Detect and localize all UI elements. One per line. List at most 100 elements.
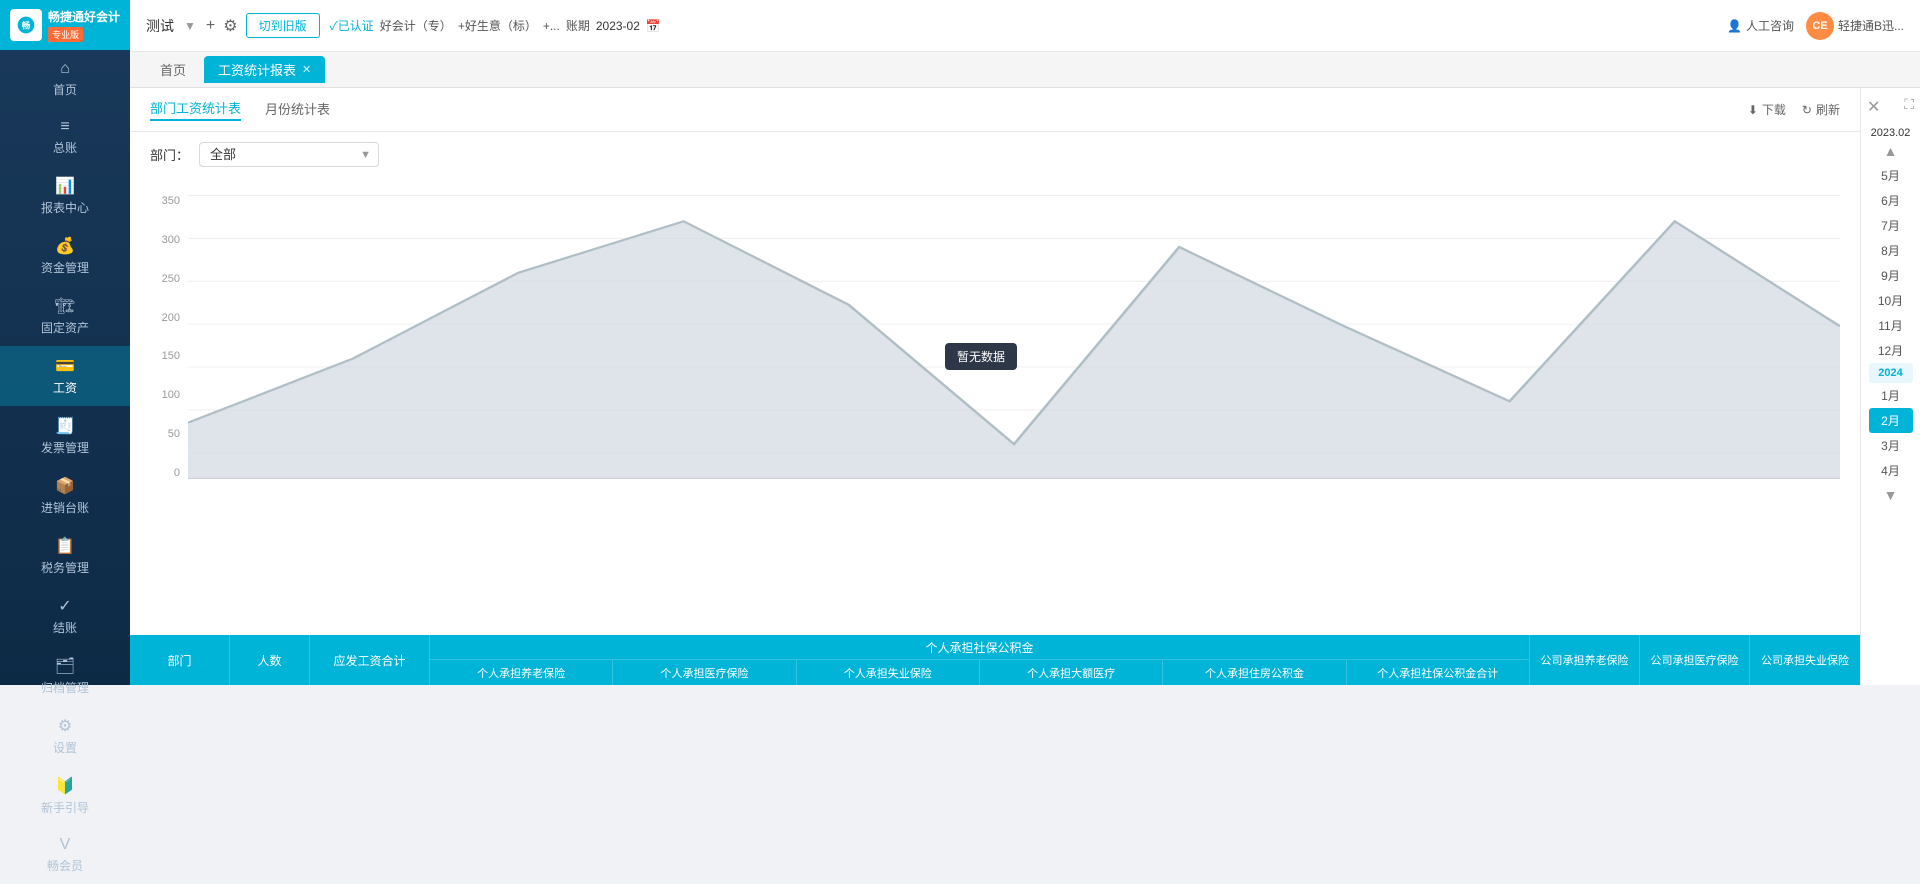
col-group-personal: 个人承担社保公积金 个人承担养老保险 个人承担医疗保险 个人承担失业保险 个人承… — [430, 635, 1530, 685]
sidebar-item-ledger[interactable]: ≡ 总账 — [0, 108, 130, 166]
ledger-icon: ≡ — [60, 118, 69, 136]
sub-tab-actions: ⬇ 下载 ↻ 刷新 — [1748, 101, 1840, 118]
sidebar-item-funds[interactable]: 💰 资金管理 — [0, 226, 130, 286]
sidebar-item-tax[interactable]: 📋 税务管理 — [0, 526, 130, 586]
assets-icon: 🏗 — [55, 296, 75, 316]
sales-icon: 📦 — [55, 476, 75, 496]
dept-filter-select[interactable]: 全部 部门1 部门2 — [199, 142, 379, 167]
sidebar-item-settings[interactable]: ⚙ 设置 — [0, 706, 130, 766]
refresh-button[interactable]: ↻ 刷新 — [1802, 101, 1840, 118]
vip-icon: V — [60, 836, 71, 854]
user-area[interactable]: CE 轻捷通B迅... — [1806, 12, 1904, 40]
sub-tab-monthly[interactable]: 月份统计表 — [265, 99, 330, 120]
month-2023-8[interactable]: 8月 — [1869, 238, 1913, 263]
month-2023-5[interactable]: 5月 — [1869, 163, 1913, 188]
month-nav-up[interactable]: ▲ — [1884, 143, 1898, 159]
col-total-salary: 应发工资合计 — [310, 635, 430, 685]
table-footer: 部门 人数 应发工资合计 个人承担社保公积金 个人承担养老保险 个人承担医疗保险… — [130, 635, 1860, 685]
tab-salary-report-label: 工资统计报表 — [218, 60, 296, 79]
sidebar-item-newuser[interactable]: 🔰 新手引导 — [0, 766, 130, 826]
period-value: 2023-02 — [596, 19, 640, 33]
sidebar-item-label: 税务管理 — [41, 559, 89, 576]
col-personal-total: 个人承担社保公积金合计 — [1347, 660, 1529, 685]
year-2024-header: 2024 — [1869, 363, 1913, 383]
month-2023-10[interactable]: 10月 — [1869, 288, 1913, 313]
download-button[interactable]: ⬇ 下载 — [1748, 101, 1786, 118]
topbar-actions: + ⚙ 切到旧版 — [206, 13, 320, 38]
col-group-header: 个人承担社保公积金 — [430, 635, 1529, 660]
avatar: CE — [1806, 12, 1834, 40]
salary-icon: 💳 — [55, 356, 75, 376]
month-2023-7[interactable]: 7月 — [1869, 213, 1913, 238]
settings-button[interactable]: ⚙ — [223, 16, 237, 36]
col-personal-medical: 个人承担医疗保险 — [613, 660, 796, 685]
user-name: 轻捷通B迅... — [1838, 17, 1904, 34]
download-label: 下载 — [1762, 101, 1786, 118]
sidebar-item-vip[interactable]: V 畅会员 — [0, 826, 130, 884]
sidebar-item-label: 工资 — [53, 379, 77, 396]
month-2023-11[interactable]: 11月 — [1869, 313, 1913, 338]
sidebar-item-closing[interactable]: ✓ 结账 — [0, 586, 130, 646]
tax-icon: 📋 — [55, 536, 75, 556]
month-2023-9[interactable]: 9月 — [1869, 263, 1913, 288]
newuser-icon: 🔰 — [55, 776, 75, 796]
sub-tabs: 部门工资统计表 月份统计表 ⬇ 下载 ↻ 刷新 — [130, 88, 1860, 132]
filter-bar: 部门： 全部 部门1 部门2 ▼ — [130, 132, 1860, 177]
panel-close-button[interactable]: ✕ — [1867, 97, 1880, 117]
sidebar-item-sales[interactable]: 📦 进销台账 — [0, 466, 130, 526]
sidebar-item-home[interactable]: ⌂ 首页 — [0, 50, 130, 108]
sidebar-item-label: 首页 — [53, 81, 77, 98]
download-icon: ⬇ — [1748, 103, 1758, 117]
sidebar-item-label: 报表中心 — [41, 199, 89, 216]
month-2024-3[interactable]: 3月 — [1869, 433, 1913, 458]
right-panel: ✕ ⛶ 2023.02 ▲ 5月 6月 7月 8月 9月 10月 11月 12月… — [1860, 88, 1920, 685]
sidebar-item-salary[interactable]: 💳 工资 — [0, 346, 130, 406]
month-2024-4[interactable]: 4月 — [1869, 458, 1913, 483]
sidebar-item-label: 畅会员 — [47, 857, 83, 874]
col-personal-major-medical: 个人承担大额医疗 — [980, 660, 1163, 685]
tab-home[interactable]: 首页 — [146, 56, 200, 83]
sidebar: 畅 畅捷通好会计 专业版 ⌂ 首页 ≡ 总账 📊 报表中心 💰 资金管理 🏗 固… — [0, 0, 130, 685]
y-label-300: 300 — [150, 234, 180, 246]
sidebar-item-invoice[interactable]: 🧾 发票管理 — [0, 406, 130, 466]
sidebar-item-label: 发票管理 — [41, 439, 89, 456]
old-ui-button[interactable]: 切到旧版 — [246, 13, 320, 38]
tabbar: 首页 工资统计报表 ✕ — [130, 52, 1920, 88]
y-label-200: 200 — [150, 312, 180, 324]
month-2024-1[interactable]: 1月 — [1869, 383, 1913, 408]
more-status: +... — [543, 19, 560, 33]
tab-salary-report[interactable]: 工资统计报表 ✕ — [204, 56, 325, 83]
tab-close-icon[interactable]: ✕ — [302, 63, 311, 76]
content-area: 部门工资统计表 月份统计表 ⬇ 下载 ↻ 刷新 部门： — [130, 88, 1920, 685]
sidebar-logo: 畅 畅捷通好会计 专业版 — [0, 0, 130, 50]
sub-tab-dept-salary[interactable]: 部门工资统计表 — [150, 98, 241, 121]
period-label: 账期 — [566, 17, 590, 34]
svg-text:畅: 畅 — [22, 20, 31, 30]
sidebar-item-label: 资金管理 — [41, 259, 89, 276]
panel-expand-button[interactable]: ⛶ — [1904, 96, 1914, 113]
month-2024-2[interactable]: 2月 — [1869, 408, 1913, 433]
y-label-100: 100 — [150, 389, 180, 401]
month-2023-6[interactable]: 6月 — [1869, 188, 1913, 213]
app-logo-text: 畅捷通好会计 专业版 — [48, 8, 120, 42]
month-nav-down[interactable]: ▼ — [1884, 487, 1898, 503]
page-content: 部门工资统计表 月份统计表 ⬇ 下载 ↻ 刷新 部门： — [130, 88, 1860, 685]
chart-tooltip: 暂无数据 — [945, 343, 1017, 370]
col-company-pension: 公司承担养老保险 — [1530, 635, 1640, 685]
calendar-icon[interactable]: 📅 — [646, 19, 661, 33]
tab-home-label: 首页 — [160, 60, 186, 79]
sidebar-item-label: 结账 — [53, 619, 77, 636]
sidebar-item-label: 新手引导 — [41, 799, 89, 816]
refresh-icon: ↻ — [1802, 103, 1812, 117]
sidebar-item-archive[interactable]: 🗂 归档管理 — [0, 646, 130, 706]
add-button[interactable]: + — [206, 17, 215, 35]
accounting-status: 好会计（专） — [380, 17, 452, 34]
consult-button[interactable]: 👤 人工咨询 — [1727, 17, 1794, 34]
sidebar-item-assets[interactable]: 🏗 固定资产 — [0, 286, 130, 346]
month-2023-12[interactable]: 12月 — [1869, 338, 1913, 363]
sidebar-item-label: 进销台账 — [41, 499, 89, 516]
topbar-status: ✓已认证 好会计（专） +好生意（标） +... 账期 2023-02 📅 — [330, 17, 661, 34]
sidebar-item-reports[interactable]: 📊 报表中心 — [0, 166, 130, 226]
company-dropdown-icon[interactable]: ▼ — [184, 19, 196, 33]
topbar: 测试 ▼ + ⚙ 切到旧版 ✓已认证 好会计（专） +好生意（标） +... 账… — [130, 0, 1920, 52]
